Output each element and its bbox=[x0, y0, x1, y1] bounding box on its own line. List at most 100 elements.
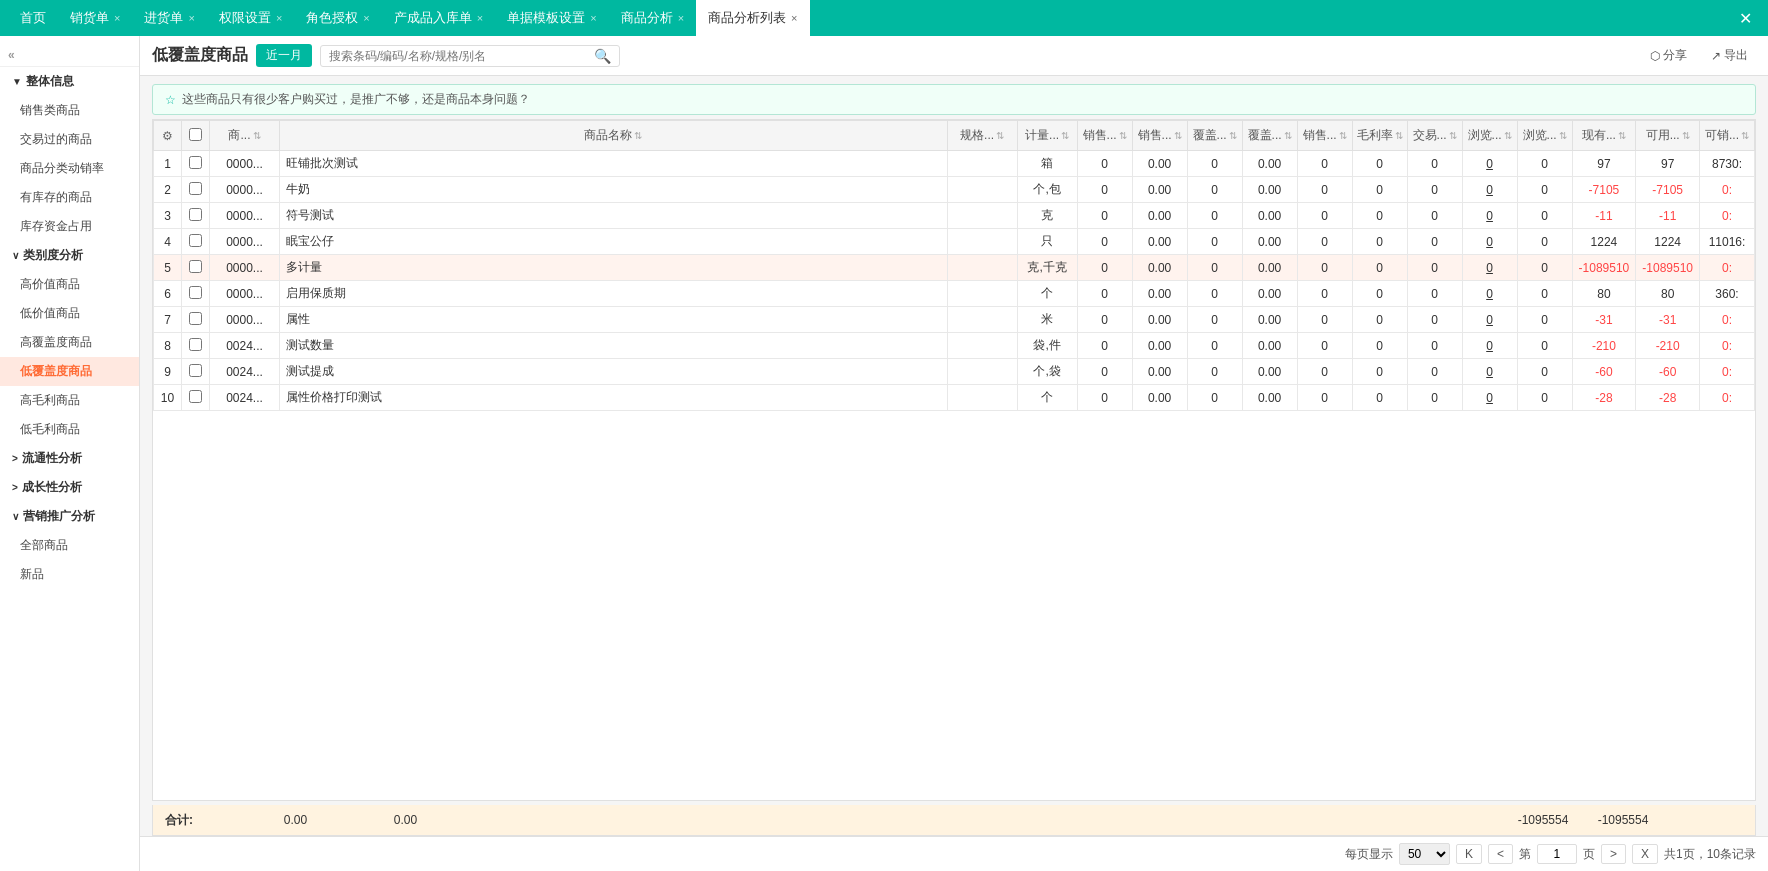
search-input[interactable] bbox=[329, 49, 594, 63]
row-checkbox[interactable] bbox=[189, 338, 202, 351]
cell-check[interactable] bbox=[182, 333, 210, 359]
cell-b1[interactable]: 0 bbox=[1462, 281, 1517, 307]
nav-permission-close[interactable]: × bbox=[276, 12, 282, 24]
sidebar-item-high-margin[interactable]: 高毛利商品 bbox=[0, 386, 139, 415]
row-checkbox[interactable] bbox=[189, 208, 202, 221]
row-checkbox[interactable] bbox=[189, 312, 202, 325]
row-checkbox[interactable] bbox=[189, 156, 202, 169]
cell-c2: 0.00 bbox=[1242, 229, 1297, 255]
cell-check[interactable] bbox=[182, 203, 210, 229]
cell-b1[interactable]: 0 bbox=[1462, 203, 1517, 229]
cell-unit: 个,包 bbox=[1017, 177, 1077, 203]
sidebar-item-category-rate[interactable]: 商品分类动销率 bbox=[0, 154, 139, 183]
prev-page-button[interactable]: < bbox=[1488, 844, 1513, 864]
sidebar-item-new-goods[interactable]: 新品 bbox=[0, 560, 139, 589]
select-all-checkbox[interactable] bbox=[189, 128, 202, 141]
cell-b1[interactable]: 0 bbox=[1462, 333, 1517, 359]
cell-check[interactable] bbox=[182, 307, 210, 333]
nav-analysis[interactable]: 商品分析 × bbox=[609, 0, 696, 36]
cell-check[interactable] bbox=[182, 255, 210, 281]
nav-analysis-list-close[interactable]: × bbox=[791, 12, 797, 24]
sidebar-group-circulation[interactable]: > 流通性分析 bbox=[0, 444, 139, 473]
cell-s3: 0 bbox=[1297, 151, 1352, 177]
sidebar-item-all-goods[interactable]: 全部商品 bbox=[0, 531, 139, 560]
sidebar-group-growth[interactable]: > 成长性分析 bbox=[0, 473, 139, 502]
cell-b1[interactable]: 0 bbox=[1462, 307, 1517, 333]
nav-template[interactable]: 单据模板设置 × bbox=[495, 0, 608, 36]
sidebar-item-sales-goods[interactable]: 销售类商品 bbox=[0, 96, 139, 125]
cell-check[interactable] bbox=[182, 177, 210, 203]
cell-s1: 0 bbox=[1077, 333, 1132, 359]
nav-product-in-close[interactable]: × bbox=[477, 12, 483, 24]
window-close-button[interactable]: ✕ bbox=[1731, 9, 1760, 28]
first-page-button[interactable]: K bbox=[1456, 844, 1482, 864]
search-icon[interactable]: 🔍 bbox=[594, 48, 611, 64]
row-checkbox[interactable] bbox=[189, 182, 202, 195]
cell-check[interactable] bbox=[182, 281, 210, 307]
nav-home[interactable]: 首页 bbox=[8, 0, 58, 36]
nav-template-close[interactable]: × bbox=[590, 12, 596, 24]
nav-product-in[interactable]: 产成品入库单 × bbox=[382, 0, 495, 36]
cell-b1[interactable]: 0 bbox=[1462, 359, 1517, 385]
cell-trade: 0 bbox=[1407, 359, 1462, 385]
share-button[interactable]: ⬡ 分享 bbox=[1642, 44, 1695, 67]
nav-analysis-close[interactable]: × bbox=[678, 12, 684, 24]
cell-check[interactable] bbox=[182, 151, 210, 177]
cell-trade: 0 bbox=[1407, 385, 1462, 411]
cell-trade: 0 bbox=[1407, 255, 1462, 281]
cell-b1[interactable]: 0 bbox=[1462, 255, 1517, 281]
cell-check[interactable] bbox=[182, 385, 210, 411]
page-number-input[interactable] bbox=[1537, 844, 1577, 864]
nav-analysis-list[interactable]: 商品分析列表 × bbox=[696, 0, 809, 36]
sidebar-item-high-value[interactable]: 高价值商品 bbox=[0, 270, 139, 299]
nav-purchase-close[interactable]: × bbox=[188, 12, 194, 24]
cell-gross: 0 bbox=[1352, 255, 1407, 281]
row-checkbox[interactable] bbox=[189, 234, 202, 247]
cell-sellable: 0: bbox=[1700, 307, 1755, 333]
row-checkbox[interactable] bbox=[189, 390, 202, 403]
settings-icon[interactable]: ⚙ bbox=[162, 129, 173, 143]
sidebar-item-stock-capital[interactable]: 库存资金占用 bbox=[0, 212, 139, 241]
nav-permission[interactable]: 权限设置 × bbox=[207, 0, 294, 36]
cell-no: 2 bbox=[154, 177, 182, 203]
cell-code: 0024... bbox=[210, 385, 280, 411]
sidebar-item-low-coverage[interactable]: 低覆盖度商品 bbox=[0, 357, 139, 386]
sidebar-collapse-icon[interactable]: « bbox=[8, 48, 15, 62]
sidebar-group-category[interactable]: ∨ 类别度分析 bbox=[0, 241, 139, 270]
nav-role[interactable]: 角色授权 × bbox=[294, 0, 381, 36]
nav-purchase[interactable]: 进货单 × bbox=[132, 0, 206, 36]
sidebar-item-low-value[interactable]: 低价值商品 bbox=[0, 299, 139, 328]
sidebar-group-marketing[interactable]: ∨ 营销推广分析 bbox=[0, 502, 139, 531]
row-checkbox[interactable] bbox=[189, 286, 202, 299]
cell-b2: 0 bbox=[1517, 203, 1572, 229]
cell-no: 4 bbox=[154, 229, 182, 255]
last-page-button[interactable]: X bbox=[1632, 844, 1658, 864]
period-button[interactable]: 近一月 bbox=[256, 44, 312, 67]
sidebar-item-traded[interactable]: 交易过的商品 bbox=[0, 125, 139, 154]
cell-b1[interactable]: 0 bbox=[1462, 229, 1517, 255]
cell-b1[interactable]: 0 bbox=[1462, 177, 1517, 203]
sidebar-item-high-coverage[interactable]: 高覆盖度商品 bbox=[0, 328, 139, 357]
cell-sellable: 0: bbox=[1700, 177, 1755, 203]
next-page-button[interactable]: > bbox=[1601, 844, 1626, 864]
sidebar-group-overall[interactable]: ▼ 整体信息 bbox=[0, 67, 139, 96]
export-button[interactable]: ↗ 导出 bbox=[1703, 44, 1756, 67]
row-checkbox[interactable] bbox=[189, 364, 202, 377]
row-checkbox[interactable] bbox=[189, 260, 202, 273]
sidebar-item-low-margin[interactable]: 低毛利商品 bbox=[0, 415, 139, 444]
cell-check[interactable] bbox=[182, 229, 210, 255]
table-row: 1 0000... 旺铺批次测试 箱 0 0.00 0 0.00 0 0 0 0… bbox=[154, 151, 1755, 177]
nav-sales-close[interactable]: × bbox=[114, 12, 120, 24]
th-gear[interactable]: ⚙ bbox=[154, 121, 182, 151]
cell-trade: 0 bbox=[1407, 229, 1462, 255]
sort-icon-13: ⇅ bbox=[1559, 130, 1567, 141]
footer-s2: 0.00 bbox=[268, 811, 323, 829]
table-wrapper[interactable]: ⚙ 商...⇅ 商品名称⇅ 规格...⇅ 计量...⇅ 销售...⇅ 销售...… bbox=[152, 119, 1756, 801]
cell-check[interactable] bbox=[182, 359, 210, 385]
page-size-select[interactable]: 50 100 200 bbox=[1399, 843, 1450, 865]
nav-role-close[interactable]: × bbox=[363, 12, 369, 24]
cell-b1[interactable]: 0 bbox=[1462, 151, 1517, 177]
nav-sales[interactable]: 销货单 × bbox=[58, 0, 132, 36]
cell-b1[interactable]: 0 bbox=[1462, 385, 1517, 411]
sidebar-item-with-stock[interactable]: 有库存的商品 bbox=[0, 183, 139, 212]
